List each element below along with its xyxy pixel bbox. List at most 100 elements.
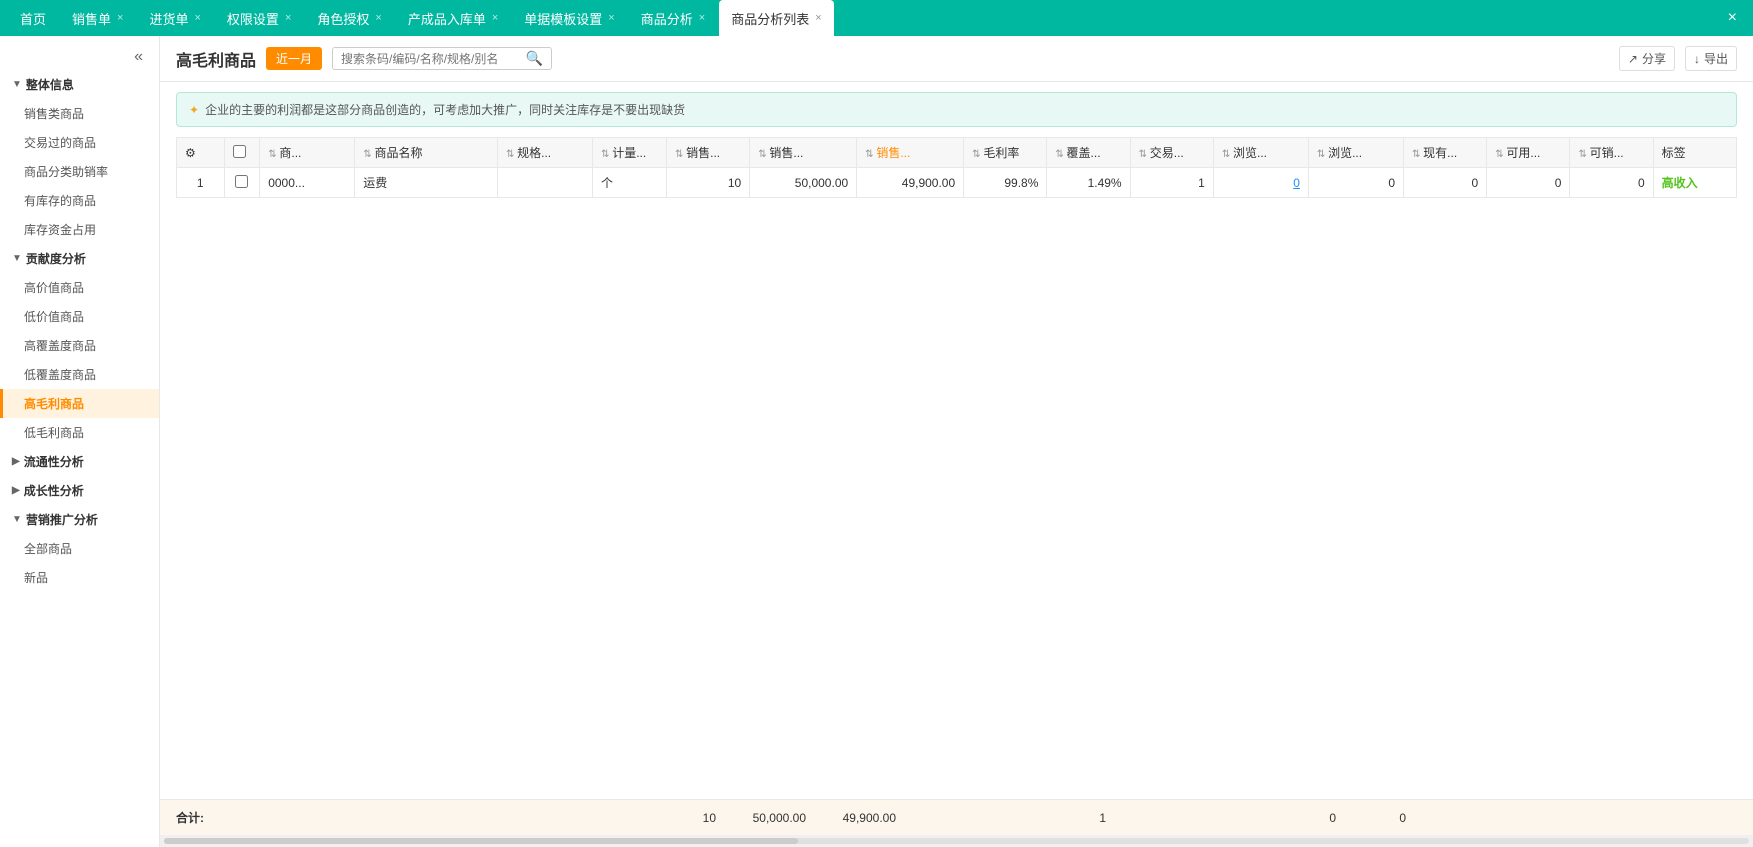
cell-checkbox[interactable] — [224, 168, 260, 198]
th-code[interactable]: 商... — [260, 138, 355, 168]
th-browse2[interactable]: 浏览... — [1308, 138, 1403, 168]
cell-stock2: 0 — [1487, 168, 1570, 198]
footer-trade: 1 — [1036, 811, 1106, 825]
cell-trade: 1 — [1130, 168, 1213, 198]
sidebar-item-high-value[interactable]: 高价值商品 — [0, 273, 159, 302]
arrow-down-icon: ▼ — [12, 253, 22, 264]
top-nav: 首页 销售单 × 进货单 × 权限设置 × 角色授权 × 产成品入库单 × 单据… — [0, 0, 1753, 36]
table-body: 1 0000... 运费 个 10 50,000.00 49,900.00 99… — [177, 168, 1737, 198]
export-button[interactable]: ↓ 导出 — [1685, 46, 1737, 71]
sidebar-item-stock-capital[interactable]: 库存资金占用 — [0, 215, 159, 244]
close-icon[interactable]: × — [699, 12, 705, 24]
th-name[interactable]: 商品名称 — [355, 138, 498, 168]
sidebar-item-low-value[interactable]: 低价值商品 — [0, 302, 159, 331]
nav-analysis-list[interactable]: 商品分析列表 × — [719, 0, 833, 36]
sidebar-item-all-goods[interactable]: 全部商品 — [0, 534, 159, 563]
data-table: ⚙ 商... 商品名称 规格... 计量... 销售... 销售... 销售..… — [176, 137, 1737, 198]
nav-home[interactable]: 首页 — [8, 0, 58, 36]
cell-browse1[interactable]: 0 — [1213, 168, 1308, 198]
close-icon[interactable]: × — [492, 12, 498, 24]
sidebar-item-sales-goods[interactable]: 销售类商品 — [0, 99, 159, 128]
close-icon[interactable]: × — [375, 12, 381, 24]
th-sellable[interactable]: 可销... — [1570, 138, 1653, 168]
cell-cover: 1.49% — [1047, 168, 1130, 198]
th-tag[interactable]: 标签 — [1653, 138, 1736, 168]
cell-tag: 高收入 — [1653, 168, 1736, 198]
settings-icon[interactable]: ⚙ — [185, 146, 196, 160]
th-stock1[interactable]: 现有... — [1404, 138, 1487, 168]
cell-sales-qty: 10 — [666, 168, 749, 198]
sidebar-group-flow[interactable]: ▶ 流通性分析 — [0, 447, 159, 476]
cell-unit: 个 — [593, 168, 667, 198]
sidebar-group-growth-label: 成长性分析 — [24, 482, 84, 499]
close-icon[interactable]: × — [815, 12, 821, 24]
nav-analysis[interactable]: 商品分析 × — [629, 0, 717, 36]
header-actions: ↗ 分享 ↓ 导出 — [1619, 46, 1737, 71]
close-icon[interactable]: × — [608, 12, 614, 24]
sidebar: « ▼ 整体信息 销售类商品 交易过的商品 商品分类助销率 有库存的商品 库存资… — [0, 36, 160, 847]
nav-permission[interactable]: 权限设置 × — [215, 0, 303, 36]
close-icon[interactable]: × — [194, 12, 200, 24]
content-area: 高毛利商品 近一月 🔍 ↗ 分享 ↓ 导出 ✦ 企业的主要的利润都是这部分商品创… — [160, 36, 1753, 847]
select-all-checkbox[interactable] — [233, 145, 246, 158]
sidebar-group-contribution[interactable]: ▼ 贡献度分析 — [0, 244, 159, 273]
sidebar-item-high-coverage[interactable]: 高覆盖度商品 — [0, 331, 159, 360]
nav-template[interactable]: 单据模板设置 × — [512, 0, 626, 36]
sidebar-group-overall[interactable]: ▼ 整体信息 — [0, 70, 159, 99]
scrollbar[interactable] — [160, 835, 1753, 847]
th-unit[interactable]: 计量... — [593, 138, 667, 168]
th-spec[interactable]: 规格... — [497, 138, 592, 168]
sidebar-group-marketing[interactable]: ▼ 营销推广分析 — [0, 505, 159, 534]
time-filter-button[interactable]: 近一月 — [266, 47, 322, 70]
sidebar-group-growth[interactable]: ▶ 成长性分析 — [0, 476, 159, 505]
nav-sales-label: 销售单 — [72, 9, 111, 28]
search-icon[interactable]: 🔍 — [526, 50, 543, 67]
th-stock2[interactable]: 可用... — [1487, 138, 1570, 168]
sidebar-item-low-coverage[interactable]: 低覆盖度商品 — [0, 360, 159, 389]
export-label: 导出 — [1704, 50, 1728, 67]
nav-role[interactable]: 角色授权 × — [305, 0, 393, 36]
th-checkbox — [224, 138, 260, 168]
table-wrapper[interactable]: ⚙ 商... 商品名称 规格... 计量... 销售... 销售... 销售..… — [160, 137, 1753, 799]
nav-role-label: 角色授权 — [317, 9, 369, 28]
bulb-icon: ✦ — [189, 103, 199, 117]
table-row: 1 0000... 运费 个 10 50,000.00 49,900.00 99… — [177, 168, 1737, 198]
nav-close-all[interactable]: × — [1720, 9, 1745, 27]
footer-sales-amt: 50,000.00 — [716, 811, 806, 825]
nav-purchase[interactable]: 进货单 × — [137, 0, 212, 36]
close-icon[interactable]: × — [117, 12, 123, 24]
nav-purchase-label: 进货单 — [149, 9, 188, 28]
sidebar-group-marketing-label: 营销推广分析 — [26, 511, 98, 528]
sidebar-item-low-margin[interactable]: 低毛利商品 — [0, 418, 159, 447]
close-icon[interactable]: × — [285, 12, 291, 24]
nav-analysis-list-label: 商品分析列表 — [731, 9, 809, 28]
table-header-row: ⚙ 商... 商品名称 规格... 计量... 销售... 销售... 销售..… — [177, 138, 1737, 168]
th-gross-rate[interactable]: 毛利率 — [964, 138, 1047, 168]
nav-permission-label: 权限设置 — [227, 9, 279, 28]
th-sales-qty[interactable]: 销售... — [666, 138, 749, 168]
sidebar-item-traded-goods[interactable]: 交易过的商品 — [0, 128, 159, 157]
th-trade[interactable]: 交易... — [1130, 138, 1213, 168]
th-cover[interactable]: 覆盖... — [1047, 138, 1130, 168]
scrollbar-thumb[interactable] — [164, 838, 798, 844]
cell-spec — [497, 168, 592, 198]
footer-sales-qty: 10 — [646, 811, 716, 825]
cell-sales-amt: 50,000.00 — [750, 168, 857, 198]
total-label: 合计: — [176, 809, 236, 826]
sidebar-item-category-assist[interactable]: 商品分类助销率 — [0, 157, 159, 186]
th-browse1[interactable]: 浏览... — [1213, 138, 1308, 168]
search-input[interactable] — [341, 52, 526, 66]
sidebar-collapse-btn[interactable]: « — [126, 48, 151, 66]
sidebar-item-new-goods[interactable]: 新品 — [0, 563, 159, 592]
arrow-right-icon: ▶ — [12, 456, 20, 467]
nav-product-inbound[interactable]: 产成品入库单 × — [396, 0, 510, 36]
nav-sales[interactable]: 销售单 × — [60, 0, 135, 36]
sidebar-item-stocked-goods[interactable]: 有库存的商品 — [0, 186, 159, 215]
th-sales-cost[interactable]: 销售... — [857, 138, 964, 168]
sidebar-item-high-margin[interactable]: 高毛利商品 — [0, 389, 159, 418]
th-index: ⚙ — [177, 138, 225, 168]
share-button[interactable]: ↗ 分享 — [1619, 46, 1675, 71]
info-banner: ✦ 企业的主要的利润都是这部分商品创造的，可考虑加大推广，同时关注库存是不要出现… — [176, 92, 1737, 127]
th-sales-amt[interactable]: 销售... — [750, 138, 857, 168]
sidebar-group-contribution-label: 贡献度分析 — [26, 250, 86, 267]
